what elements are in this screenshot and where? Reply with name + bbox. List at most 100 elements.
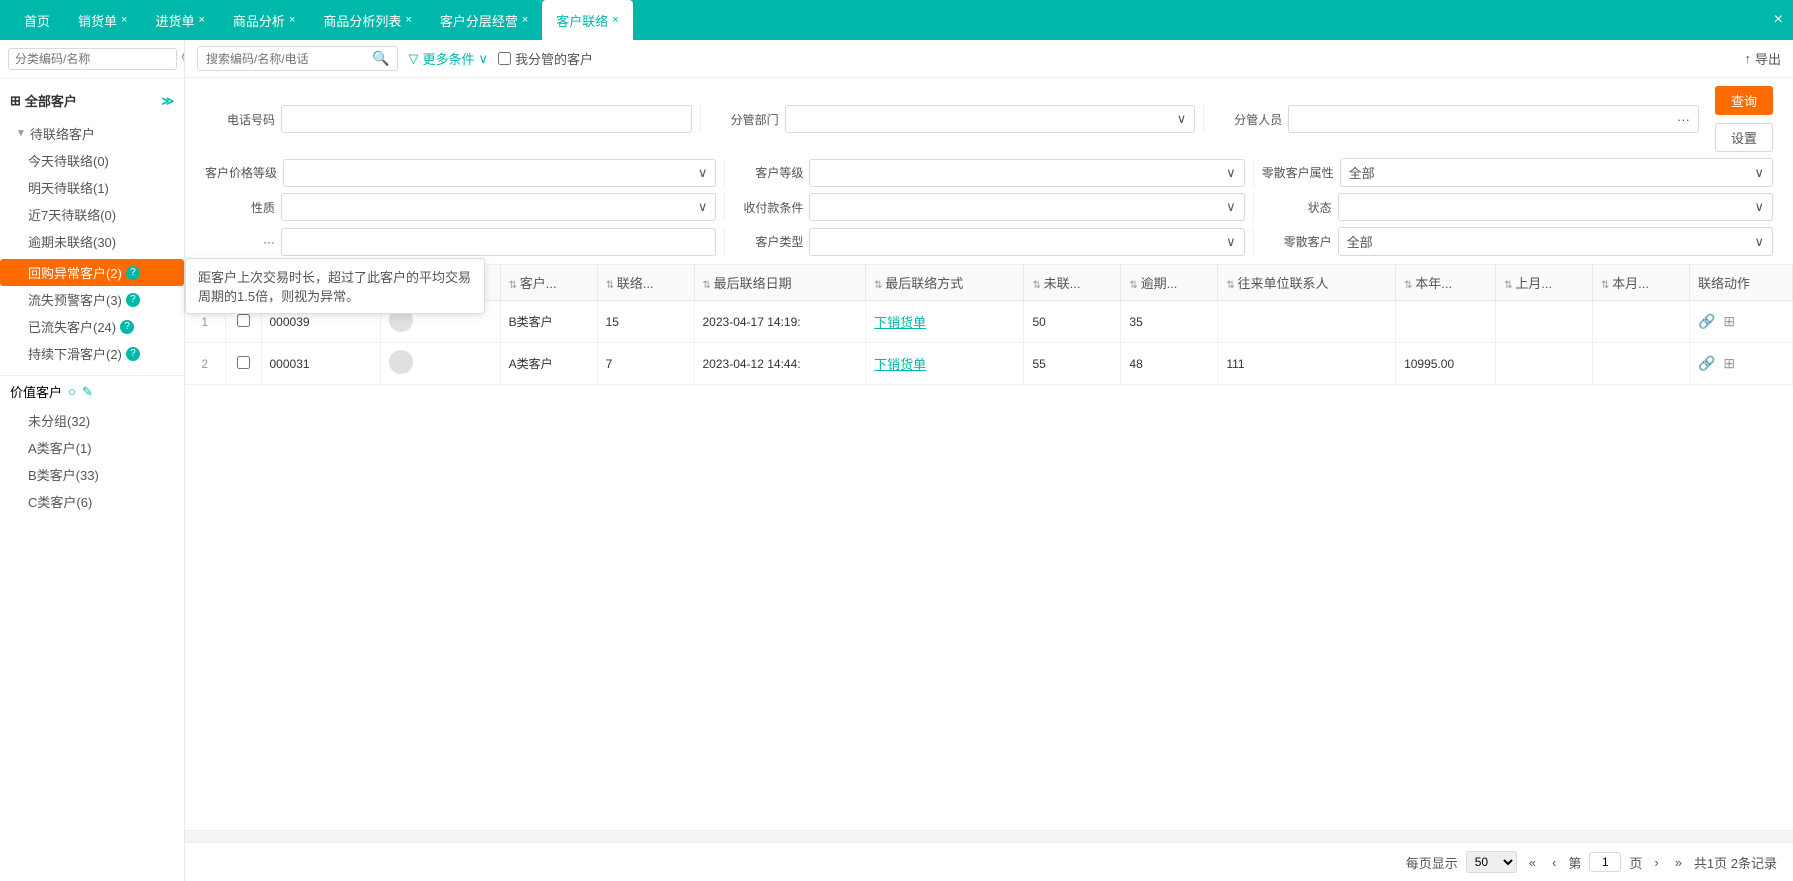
close-icon[interactable]: ×	[198, 14, 204, 26]
dept-select[interactable]: ∨	[785, 105, 1196, 133]
close-icon[interactable]: ×	[405, 14, 411, 26]
close-icon[interactable]: ×	[121, 14, 127, 26]
dots-input[interactable]	[281, 228, 716, 256]
pending-contact-title[interactable]: ▼ 待联络客户	[0, 120, 184, 147]
filter-row-2: 客户价格等级 ∨ 客户等级 ∨ 零散客户属性 全部	[197, 158, 1781, 187]
sidebar-item-churned[interactable]: 已流失客户(24) ?	[0, 313, 184, 340]
tab-label: 商品分析	[233, 11, 285, 30]
tab-label: 商品分析列表	[323, 11, 401, 30]
customer-level-select[interactable]: ∨	[809, 159, 1244, 187]
export-button[interactable]: ↑ 导出	[1744, 49, 1781, 68]
all-value: 全部	[1349, 163, 1375, 182]
filter-cell-dots: ···	[197, 228, 724, 256]
sidebar-item-a-class[interactable]: A类客户(1)	[0, 434, 184, 461]
prev-page-button[interactable]: ‹	[1548, 853, 1560, 872]
close-all-button[interactable]: ×	[1774, 11, 1783, 29]
row-last-contact-method[interactable]: 下销货单	[866, 301, 1024, 343]
close-icon[interactable]: ×	[289, 14, 295, 26]
sidebar-item-overdue[interactable]: 逾期未联络(30)	[0, 228, 184, 255]
nav-tab-analysis[interactable]: 商品分析 ×	[219, 0, 309, 40]
sidebar-item-c-class[interactable]: C类客户(6)	[0, 488, 184, 515]
col-this-year-header[interactable]: ⇅ 本年...	[1396, 265, 1496, 301]
retail-attr-label: 零散客户属性	[1262, 164, 1334, 181]
col-no-contact-header[interactable]: ⇅ 未联...	[1024, 265, 1121, 301]
sidebar-item-churn-warning[interactable]: 流失预警客户(3) ?	[0, 286, 184, 313]
close-icon[interactable]: ×	[522, 14, 528, 26]
my-customers-checkbox[interactable]	[498, 52, 511, 65]
sidebar-search-input[interactable]	[8, 48, 177, 70]
sidebar-item-declining[interactable]: 持续下滑客户(2) ?	[0, 340, 184, 367]
col-contacts-header[interactable]: ⇅ 往来单位联系人	[1218, 265, 1396, 301]
sidebar-item-7days[interactable]: 近7天待联络(0)	[0, 201, 184, 228]
page-number-input[interactable]	[1589, 852, 1621, 872]
arrow-icon: ▼	[16, 128, 26, 139]
page-size-select[interactable]: 50 20 100	[1466, 851, 1517, 873]
sort-icon: ⇅	[1226, 280, 1237, 291]
nav-tab-customer-contact[interactable]: 客户联络 ×	[542, 0, 632, 40]
col-overdue-header[interactable]: ⇅ 逾期...	[1121, 265, 1218, 301]
sidebar-item-repurchase-abnormal[interactable]: 回购异常客户(2) ?	[0, 259, 184, 286]
sort-icon: ⇅	[703, 280, 714, 291]
row-select-checkbox[interactable]	[237, 356, 250, 369]
sidebar-tree: ⊞ 全部客户 ≫ ▼ 待联络客户 今天待联络(0) 明天待联络(1) 近7天待联…	[0, 79, 184, 881]
query-button[interactable]: 查询	[1715, 86, 1773, 115]
pending-contact-section: ▼ 待联络客户 今天待联络(0) 明天待联络(1) 近7天待联络(0) 逾期未联…	[0, 116, 184, 259]
sidebar-item-tomorrow[interactable]: 明天待联络(1)	[0, 174, 184, 201]
col-type-header[interactable]: ⇅ 客户...	[500, 265, 597, 301]
nav-tab-home[interactable]: 首页	[10, 0, 64, 40]
retail-customer-select[interactable]: 全部 ∨	[1338, 227, 1773, 256]
settings-icon[interactable]: ✎	[82, 384, 93, 400]
payment-select[interactable]: ∨	[809, 193, 1244, 221]
table-area[interactable]: ⚙ ⇅ 客户编码 ⇅ 客户名称	[185, 265, 1793, 830]
search-input[interactable]	[206, 52, 366, 66]
col-this-month-header[interactable]: ⇅ 本月...	[1593, 265, 1690, 301]
row-select-checkbox[interactable]	[237, 314, 250, 327]
col-last-contact-date-header[interactable]: ⇅ 最后联络日期	[694, 265, 866, 301]
col-last-contact-method-header[interactable]: ⇅ 最后联络方式	[866, 265, 1024, 301]
row-last-contact-method[interactable]: 下销货单	[866, 343, 1024, 385]
nav-tab-sales[interactable]: 销货单 ×	[64, 0, 141, 40]
last-page-button[interactable]: »	[1671, 853, 1686, 872]
nav-tab-purchase[interactable]: 进货单 ×	[141, 0, 218, 40]
manager-select[interactable]: ···	[1288, 105, 1699, 133]
export-label: 导出	[1755, 49, 1781, 68]
sidebar-item-today[interactable]: 今天待联络(0)	[0, 147, 184, 174]
edit-icon[interactable]: ○	[68, 384, 76, 399]
nature-select[interactable]: ∨	[281, 193, 716, 221]
next-page-button[interactable]: ›	[1650, 853, 1662, 872]
sidebar-item-ungroup[interactable]: 未分组(32)	[0, 407, 184, 434]
row-contact-count: 15	[597, 301, 694, 343]
status-select[interactable]: ∨	[1338, 193, 1773, 221]
link-action-icon[interactable]: 🔗	[1698, 313, 1715, 330]
col-last-month-header[interactable]: ⇅ 上月...	[1496, 265, 1593, 301]
link-action-icon[interactable]: 🔗	[1698, 355, 1715, 372]
grid-icon: ⊞	[10, 93, 21, 109]
horizontal-scrollbar[interactable]	[185, 830, 1793, 842]
nav-tab-customer-layers[interactable]: 客户分层经营 ×	[426, 0, 542, 40]
nav-tab-analysis-list[interactable]: 商品分析列表 ×	[309, 0, 425, 40]
customer-type-select[interactable]: ∨	[809, 228, 1244, 256]
row-checkbox[interactable]	[225, 343, 261, 385]
close-icon[interactable]: ×	[612, 14, 618, 26]
col-contact-count-header[interactable]: ⇅ 联络...	[597, 265, 694, 301]
grid-action-icon[interactable]: ⊞	[1723, 313, 1735, 330]
more-conditions-label: 更多条件	[422, 49, 474, 68]
sidebar-all-customers[interactable]: ⊞ 全部客户 ≫	[0, 85, 184, 116]
collapse-icon[interactable]: ≫	[161, 94, 174, 108]
more-conditions-button[interactable]: ▽ 更多条件 ∨	[408, 49, 488, 68]
row-actions: 🔗 ⊞	[1689, 343, 1792, 385]
grid-action-icon[interactable]: ⊞	[1723, 355, 1735, 372]
price-level-select[interactable]: ∨	[283, 159, 716, 187]
search-icon[interactable]: 🔍	[372, 50, 389, 67]
filter-cell-payment: 收付款条件 ∨	[725, 193, 1252, 221]
sort-icon: ⇅	[606, 280, 617, 291]
chevron-down-icon: ∨	[698, 165, 708, 181]
sidebar-search-bar: 🔍	[0, 40, 184, 79]
col-actions-header: 联络动作	[1689, 265, 1792, 301]
first-page-button[interactable]: «	[1525, 853, 1540, 872]
settings-button[interactable]: 设置	[1715, 123, 1773, 152]
dots-label: ···	[205, 235, 275, 249]
sidebar-item-b-class[interactable]: B类客户(33)	[0, 461, 184, 488]
phone-input[interactable]	[281, 105, 692, 133]
retail-attr-select[interactable]: 全部 ∨	[1340, 158, 1773, 187]
